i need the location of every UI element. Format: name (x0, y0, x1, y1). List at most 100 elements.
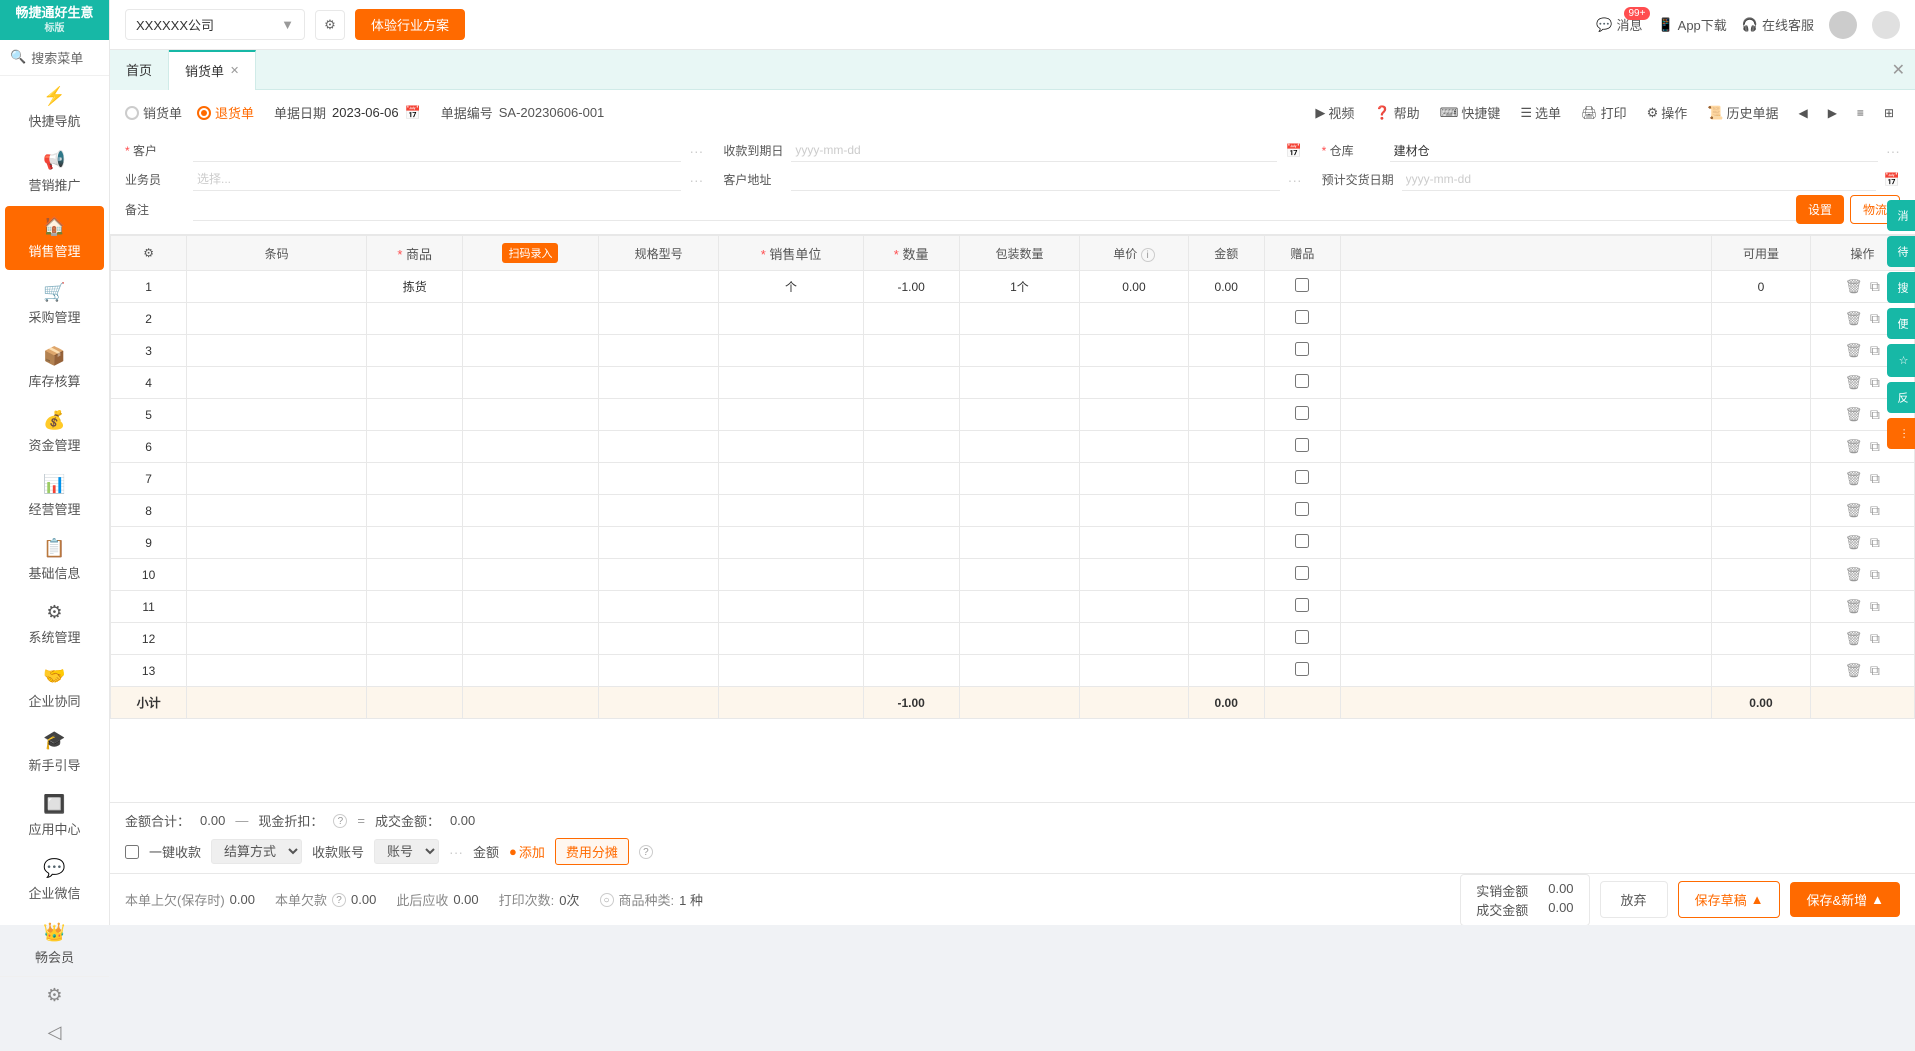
sidebar-item-5[interactable]: 💰资金管理 (0, 400, 109, 464)
settings-form-button[interactable]: 设置 (1796, 195, 1844, 224)
row-gift[interactable] (1264, 623, 1340, 655)
save-draft-button[interactable]: 保存草稿 ▲ (1678, 881, 1781, 918)
row-price[interactable] (1080, 559, 1188, 591)
operate-button[interactable]: ⚙ 操作 (1641, 100, 1694, 125)
row-amount[interactable] (1188, 367, 1264, 399)
row-unit[interactable] (719, 559, 863, 591)
shortcut-button[interactable]: ⌨ 快捷键 (1434, 100, 1507, 125)
row-unit[interactable] (719, 335, 863, 367)
row-amount[interactable] (1188, 399, 1264, 431)
message-button[interactable]: 💬 消息 99+ (1596, 15, 1642, 34)
row-spec[interactable] (598, 335, 719, 367)
row-packqty[interactable] (959, 335, 1080, 367)
company-selector[interactable]: XXXXXX公司 ▼ (125, 9, 305, 40)
row-price[interactable] (1080, 495, 1188, 527)
row-unit[interactable] (719, 495, 863, 527)
row-price[interactable] (1080, 623, 1188, 655)
row-barcode[interactable] (187, 367, 367, 399)
row-price[interactable] (1080, 367, 1188, 399)
owe-info-icon[interactable]: ? (332, 893, 346, 907)
sidebar-item-6[interactable]: 📊经营管理 (0, 464, 109, 528)
row-spec[interactable] (598, 559, 719, 591)
select-button[interactable]: ☰ 选单 (1514, 100, 1567, 125)
row-gift[interactable] (1264, 559, 1340, 591)
row-barcode[interactable] (187, 527, 367, 559)
salesperson-dots[interactable]: ··· (689, 172, 703, 188)
row-barcode[interactable] (187, 271, 367, 303)
row-barcode[interactable] (187, 335, 367, 367)
row-amount[interactable]: 0.00 (1188, 271, 1264, 303)
sidebar-settings[interactable]: ⚙ (0, 977, 109, 1014)
row-delete-btn[interactable]: 🗑 (1843, 372, 1865, 393)
row-amount[interactable] (1188, 495, 1264, 527)
account-dots[interactable]: ··· (449, 844, 463, 860)
row-qty[interactable] (863, 495, 959, 527)
row-copy-btn[interactable]: ⧉ (1868, 372, 1882, 393)
scan-button[interactable]: 扫码录入 (502, 243, 558, 263)
customer-addr-input[interactable] (791, 168, 1279, 191)
row-delete-btn[interactable]: 🗑 (1843, 436, 1865, 457)
row-copy-btn[interactable]: ⧉ (1868, 500, 1882, 521)
customer-input[interactable] (193, 139, 681, 162)
one-click-payment-checkbox[interactable] (125, 845, 139, 859)
row-amount[interactable] (1188, 623, 1264, 655)
row-price[interactable] (1080, 463, 1188, 495)
discard-button[interactable]: 放弃 (1600, 881, 1668, 918)
payment-due-input[interactable] (791, 139, 1277, 162)
video-button[interactable]: ▶ 视频 (1309, 100, 1360, 125)
payment-due-calendar-icon[interactable]: 📅 (1285, 143, 1301, 159)
row-delete-btn[interactable]: 🗑 (1843, 500, 1865, 521)
row-qty[interactable] (863, 367, 959, 399)
row-delete-btn[interactable]: 🗑 (1843, 276, 1865, 297)
row-gift[interactable] (1264, 367, 1340, 399)
row-gift[interactable] (1264, 591, 1340, 623)
row-product[interactable] (367, 463, 463, 495)
app-download-button[interactable]: 📱 App下载 (1657, 15, 1726, 34)
row-price[interactable] (1080, 303, 1188, 335)
row-spec[interactable] (598, 591, 719, 623)
row-unit[interactable] (719, 463, 863, 495)
row-spec[interactable] (598, 527, 719, 559)
row-copy-btn[interactable]: ⧉ (1868, 564, 1882, 585)
add-button[interactable]: ● 添加 (509, 842, 545, 861)
row-qty[interactable] (863, 527, 959, 559)
row-packqty[interactable] (959, 399, 1080, 431)
row-barcode[interactable] (187, 559, 367, 591)
row-price[interactable] (1080, 527, 1188, 559)
row-qty[interactable] (863, 431, 959, 463)
warehouse-dots[interactable]: ··· (1886, 143, 1900, 159)
sidebar-item-4[interactable]: 📦库存核算 (0, 336, 109, 400)
row-gift[interactable] (1264, 527, 1340, 559)
row-delete-btn[interactable]: 🗑 (1843, 404, 1865, 425)
row-amount[interactable] (1188, 559, 1264, 591)
row-unit[interactable]: 个 (719, 271, 863, 303)
sidebar-item-1[interactable]: 📢营销推广 (0, 140, 109, 204)
row-price[interactable] (1080, 335, 1188, 367)
row-product[interactable] (367, 335, 463, 367)
float-more-btn[interactable]: ··· (1887, 418, 1915, 449)
row-qty[interactable] (863, 623, 959, 655)
row-spec[interactable] (598, 463, 719, 495)
date-value[interactable]: 2023-06-06 (332, 105, 399, 120)
trial-button[interactable]: 体验行业方案 (355, 9, 465, 40)
row-gift[interactable] (1264, 335, 1340, 367)
row-unit[interactable] (719, 303, 863, 335)
float-todo-btn[interactable]: 待 (1887, 236, 1915, 267)
help-button[interactable]: ❓ 帮助 (1368, 100, 1425, 125)
float-note-btn[interactable]: 便 (1887, 308, 1915, 339)
print-button[interactable]: 🖨 打印 (1575, 100, 1633, 125)
row-packqty[interactable] (959, 303, 1080, 335)
row-delete-btn[interactable]: 🗑 (1843, 660, 1865, 681)
row-barcode[interactable] (187, 655, 367, 687)
sidebar-item-0[interactable]: ⚡快捷导航 (0, 76, 109, 140)
row-barcode[interactable] (187, 463, 367, 495)
row-price[interactable] (1080, 655, 1188, 687)
row-copy-btn[interactable]: ⧉ (1868, 596, 1882, 617)
row-amount[interactable] (1188, 431, 1264, 463)
sidebar-item-3[interactable]: 🛒采购管理 (0, 272, 109, 336)
row-product[interactable] (367, 431, 463, 463)
row-unit[interactable] (719, 591, 863, 623)
sidebar-item-10[interactable]: 🎓新手引导 (0, 720, 109, 784)
row-qty[interactable] (863, 335, 959, 367)
sidebar-item-11[interactable]: 🔲应用中心 (0, 784, 109, 848)
